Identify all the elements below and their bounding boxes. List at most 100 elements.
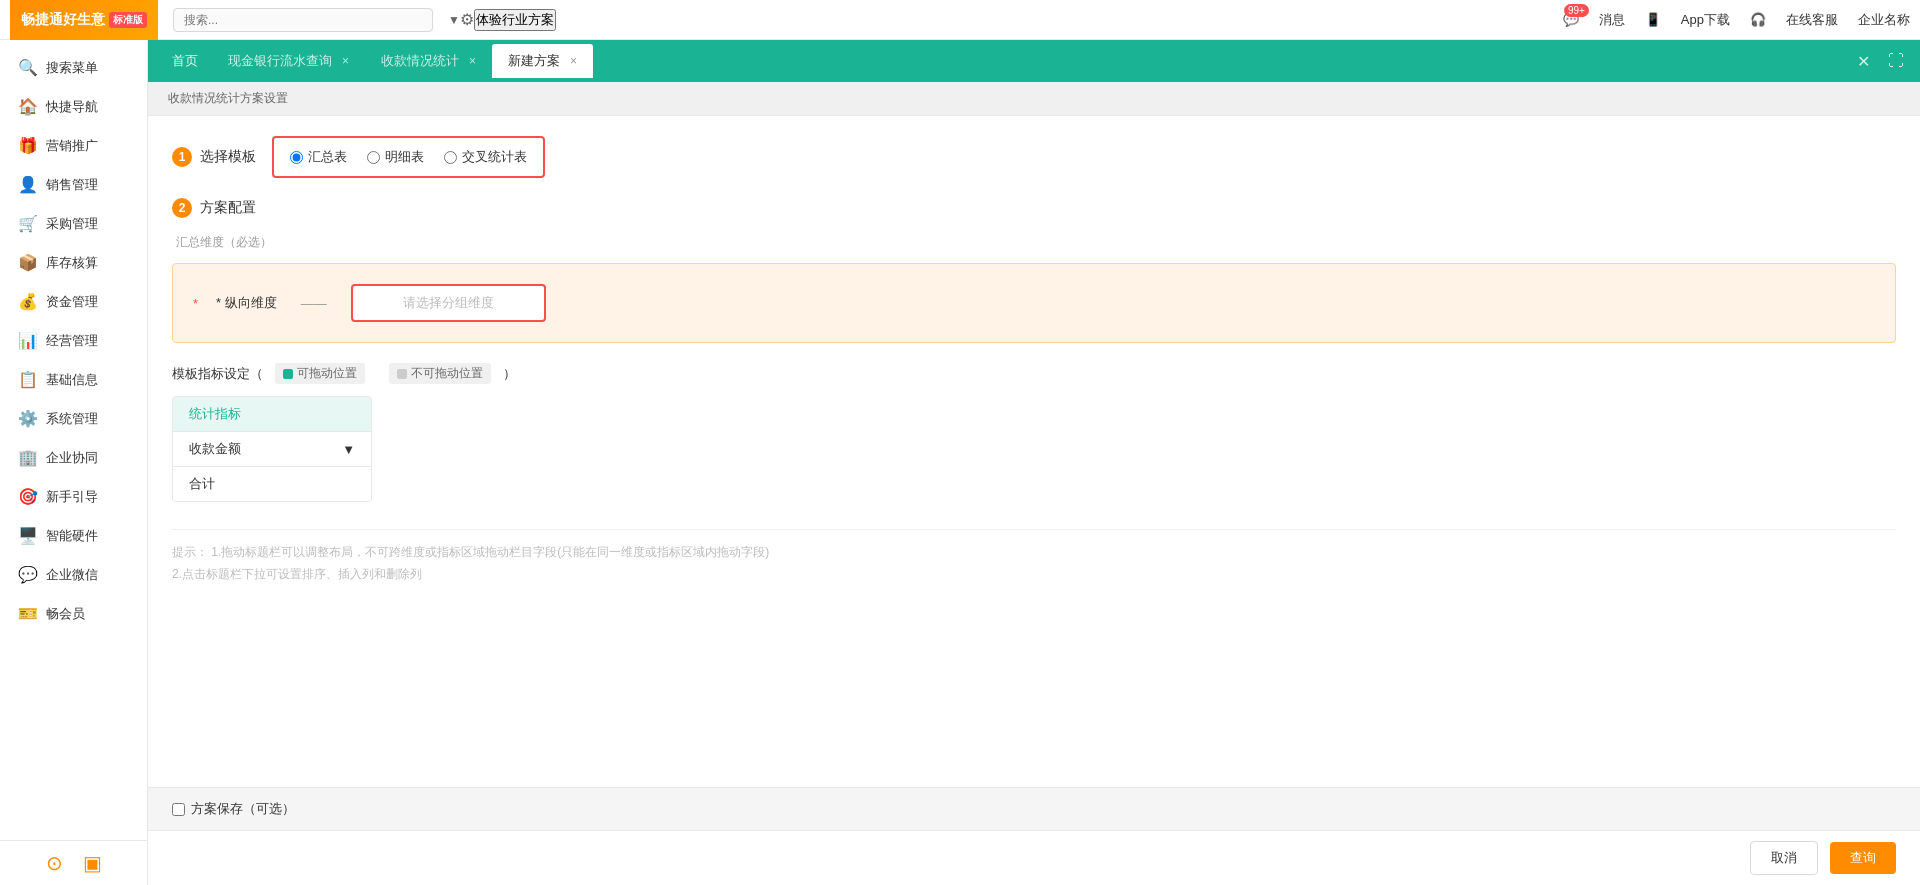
tab-close-all-icon[interactable]: ✕: [1851, 50, 1876, 73]
section2: 2 方案配置 汇总维度（必选） * * 纵向维度 —— 请选择分组维度: [172, 198, 1896, 597]
sidebar-item-purchase[interactable]: 🛒 采购管理: [0, 204, 147, 243]
tab-home[interactable]: 首页: [158, 44, 212, 78]
undraggable-label: 不可拖动位置: [411, 365, 483, 382]
radio-cross-label: 交叉统计表: [462, 148, 527, 166]
sidebar-item-label: 企业协同: [46, 449, 98, 467]
sidebar-item-system[interactable]: ⚙️ 系统管理: [0, 399, 147, 438]
indicator-dropdown-icon[interactable]: ▼: [342, 442, 355, 457]
sidebar-item-label: 新手引导: [46, 488, 98, 506]
radio-summary-input[interactable]: [290, 151, 303, 164]
sidebar-item-member[interactable]: 🎫 畅会员: [0, 594, 147, 633]
top-search-input[interactable]: [173, 8, 433, 32]
system-icon: ⚙️: [18, 409, 38, 428]
footer-buttons: 取消 查询: [148, 830, 1920, 885]
trial-button[interactable]: 体验行业方案: [474, 9, 556, 31]
finance-icon: 💰: [18, 292, 38, 311]
dim-selector[interactable]: 请选择分组维度: [351, 284, 546, 322]
sidebar-item-search-menu[interactable]: 🔍 搜索菜单: [0, 48, 147, 87]
sidebar-item-marketing[interactable]: 🎁 营销推广: [0, 126, 147, 165]
cancel-button[interactable]: 取消: [1750, 841, 1818, 875]
top-bar: 畅捷通好生意 标准版 ▼ ⚙ 体验行业方案 💬 99+ 消息 📱 App下载 🎧…: [0, 0, 1920, 40]
notification-label[interactable]: 消息: [1599, 11, 1625, 29]
tips-area: 提示： 1.拖动标题栏可以调整布局，不可跨维度或指标区域拖动栏目字段(只能在同一…: [172, 529, 1896, 597]
marketing-icon: 🎁: [18, 136, 38, 155]
tab-cashflow-close[interactable]: ×: [342, 54, 349, 68]
section1-header: 1 选择模板 汇总表 明细表: [172, 136, 1896, 178]
sidebar-item-operations[interactable]: 📊 经营管理: [0, 321, 147, 360]
tab-receivable[interactable]: 收款情况统计 ×: [365, 44, 492, 78]
sidebar-item-label: 系统管理: [46, 410, 98, 428]
member-icon: 🎫: [18, 604, 38, 623]
content-area: 首页 现金银行流水查询 × 收款情况统计 × 新建方案 × ✕ ⛶ 收款情况统计…: [148, 40, 1920, 885]
radio-detail[interactable]: 明细表: [367, 148, 424, 166]
app-name: 畅捷通好生意: [21, 11, 105, 29]
tab-bar-actions: ✕ ⛶: [1851, 50, 1910, 73]
sub-label-dimension: 汇总维度（必选）: [172, 234, 1896, 251]
sidebar-item-label: 经营管理: [46, 332, 98, 350]
tab-new-plan-close[interactable]: ×: [570, 54, 577, 68]
section2-number: 2: [172, 198, 192, 218]
nodrag-dot-icon: [397, 369, 407, 379]
guide-icon: 🎯: [18, 487, 38, 506]
tab-expand-icon[interactable]: ⛶: [1882, 50, 1910, 73]
sidebar-footer-icon1[interactable]: ⊙: [46, 851, 63, 875]
tab-new-plan[interactable]: 新建方案 ×: [492, 44, 593, 78]
draggable-label: 可拖动位置: [297, 365, 357, 382]
radio-cross[interactable]: 交叉统计表: [444, 148, 527, 166]
tab-cashflow-label: 现金银行流水查询: [228, 52, 332, 70]
indicator-row-receivable: 收款金额 ▼: [173, 431, 371, 466]
required-star: *: [193, 296, 198, 311]
sidebar-item-label: 搜索菜单: [46, 59, 98, 77]
sidebar-item-weixin[interactable]: 💬 企业微信: [0, 555, 147, 594]
sidebar-item-sales[interactable]: 👤 销售管理: [0, 165, 147, 204]
main-layout: 🔍 搜索菜单 🏠 快捷导航 🎁 营销推广 👤 销售管理 🛒 采购管理 📦 库存核…: [0, 40, 1920, 885]
sidebar-item-label: 库存核算: [46, 254, 98, 272]
form-area: 1 选择模板 汇总表 明细表: [148, 116, 1920, 787]
breadcrumb: 收款情况统计方案设置: [148, 82, 1920, 116]
save-checkbox-label[interactable]: 方案保存（可选）: [172, 800, 295, 818]
app-download-label[interactable]: App下载: [1681, 11, 1730, 29]
sidebar-item-label: 快捷导航: [46, 98, 98, 116]
indicator-close-paren: ）: [503, 365, 516, 383]
sidebar-item-enterprise[interactable]: 🏢 企业协同: [0, 438, 147, 477]
sidebar-item-label: 企业微信: [46, 566, 98, 584]
radio-cross-input[interactable]: [444, 151, 457, 164]
sidebar-footer-icon2[interactable]: ▣: [83, 851, 102, 875]
search-dropdown-icon[interactable]: ▼: [448, 13, 460, 27]
radio-group: 汇总表 明细表 交叉统计表: [290, 148, 527, 166]
sidebar-item-label: 销售管理: [46, 176, 98, 194]
quick-nav-icon: 🏠: [18, 97, 38, 116]
gear-icon[interactable]: ⚙: [460, 10, 474, 29]
tip-line-2: 2.点击标题栏下拉可设置排序、插入列和删除列: [172, 564, 1896, 586]
indicator-row-total: 合计: [173, 466, 371, 501]
indicator-section: 模板指标设定（ 可拖动位置 不可拖动位置 ）: [172, 363, 1896, 505]
save-checkbox-text: 方案保存（可选）: [191, 800, 295, 818]
service-label[interactable]: 在线客服: [1786, 11, 1838, 29]
sidebar-item-guide[interactable]: 🎯 新手引导: [0, 477, 147, 516]
sidebar-item-basic-info[interactable]: 📋 基础信息: [0, 360, 147, 399]
indicator-table-header: 统计指标: [173, 397, 371, 431]
sidebar-item-quick-nav[interactable]: 🏠 快捷导航: [0, 87, 147, 126]
version-badge: 标准版: [109, 12, 147, 28]
sidebar-item-hardware[interactable]: 🖥️ 智能硬件: [0, 516, 147, 555]
tab-receivable-close[interactable]: ×: [469, 54, 476, 68]
radio-summary-label: 汇总表: [308, 148, 347, 166]
radio-summary[interactable]: 汇总表: [290, 148, 347, 166]
sidebar-item-inventory[interactable]: 📦 库存核算: [0, 243, 147, 282]
tab-cashflow[interactable]: 现金银行流水查询 ×: [212, 44, 365, 78]
vertical-dim-label: * 纵向维度: [216, 294, 277, 312]
radio-detail-input[interactable]: [367, 151, 380, 164]
sidebar-item-label: 基础信息: [46, 371, 98, 389]
inventory-icon: 📦: [18, 253, 38, 272]
bottom-bar: 方案保存（可选）: [148, 787, 1920, 830]
indicator-row2-label: 合计: [189, 475, 215, 493]
save-checkbox-input[interactable]: [172, 803, 185, 816]
notification-icon[interactable]: 💬 99+: [1563, 12, 1579, 27]
query-button[interactable]: 查询: [1830, 842, 1896, 874]
app-download-icon: 📱: [1645, 12, 1661, 27]
logo: 畅捷通好生意 标准版: [10, 0, 158, 40]
username-label[interactable]: 企业名称: [1858, 11, 1910, 29]
drag-dot-icon: [283, 369, 293, 379]
section1-title: 选择模板: [200, 148, 256, 166]
sidebar-item-finance[interactable]: 💰 资金管理: [0, 282, 147, 321]
